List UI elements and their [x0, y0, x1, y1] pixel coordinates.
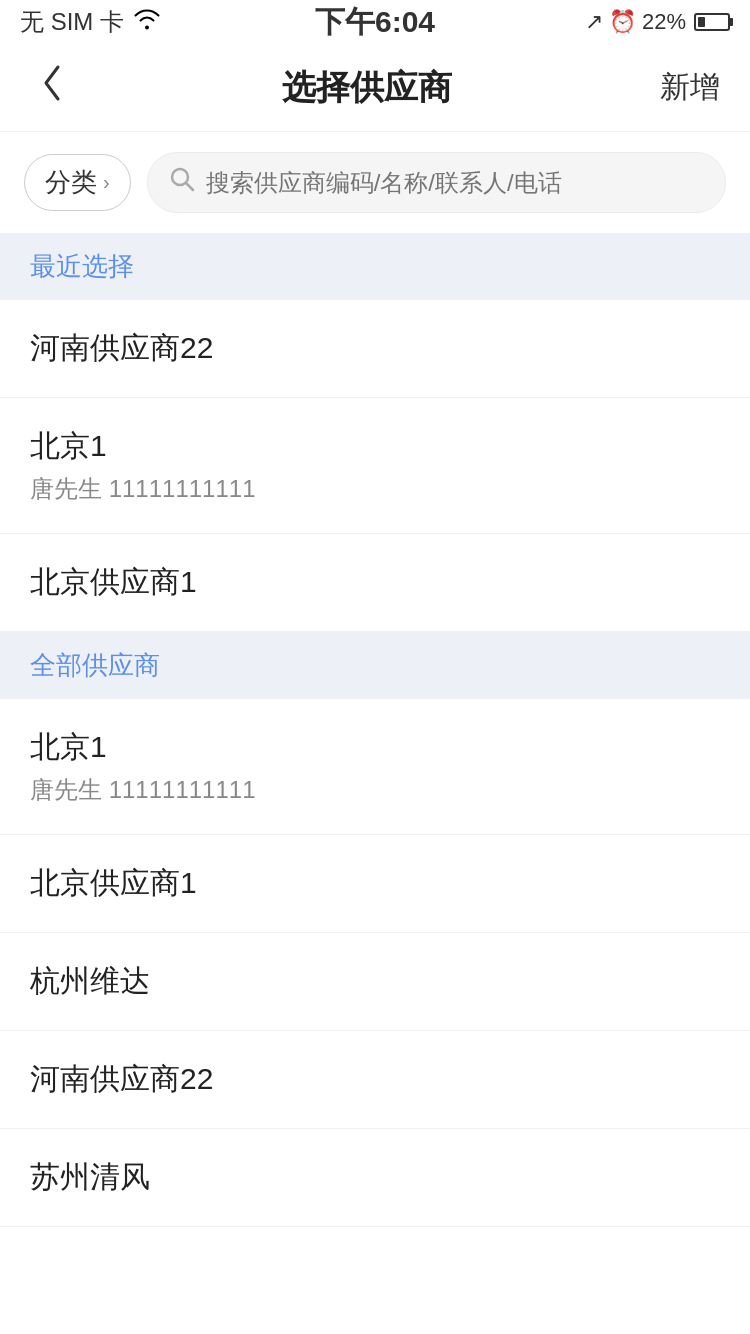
list-item[interactable]: 杭州维达 — [0, 933, 750, 1031]
list-item[interactable]: 河南供应商22 — [0, 1031, 750, 1129]
alarm-icon: ⏰ — [609, 9, 636, 35]
status-time: 下午6:04 — [315, 2, 435, 43]
battery-label: 22% — [642, 9, 686, 35]
svg-point-0 — [172, 169, 188, 185]
filter-bar: 分类 › — [0, 132, 750, 233]
list-item[interactable]: 河南供应商22 — [0, 300, 750, 398]
wifi-icon — [132, 8, 162, 36]
add-button[interactable]: 新增 — [660, 67, 720, 108]
item-name: 河南供应商22 — [30, 1059, 720, 1100]
search-bar — [147, 152, 726, 213]
back-button[interactable] — [30, 53, 74, 122]
item-name: 杭州维达 — [30, 961, 720, 1002]
item-name: 河南供应商22 — [30, 328, 720, 369]
item-sub: 唐先生 11111111111 — [30, 774, 720, 806]
item-name: 北京供应商1 — [30, 562, 720, 603]
search-icon — [168, 165, 196, 200]
list-item[interactable]: 北京1 唐先生 11111111111 — [0, 699, 750, 835]
recent-section-header: 最近选择 — [0, 233, 750, 300]
recent-list: 河南供应商22 北京1 唐先生 11111111111 北京供应商1 — [0, 300, 750, 632]
no-sim-label: 无 SIM 卡 — [20, 6, 124, 38]
chevron-right-icon: › — [103, 171, 110, 194]
list-item[interactable]: 苏州清风 — [0, 1129, 750, 1227]
status-right: ↗ ⏰ 22% — [585, 9, 730, 35]
category-button[interactable]: 分类 › — [24, 154, 131, 211]
all-section-header: 全部供应商 — [0, 632, 750, 699]
nav-bar: 选择供应商 新增 — [0, 44, 750, 132]
search-input[interactable] — [206, 169, 705, 197]
item-name: 北京1 — [30, 727, 720, 768]
svg-line-1 — [186, 184, 193, 191]
location-icon: ↗ — [585, 9, 603, 35]
item-name: 北京供应商1 — [30, 863, 720, 904]
list-item[interactable]: 北京供应商1 — [0, 835, 750, 933]
page-title: 选择供应商 — [282, 65, 452, 111]
item-sub: 唐先生 11111111111 — [30, 473, 720, 505]
battery-icon — [694, 13, 730, 31]
status-left: 无 SIM 卡 — [20, 6, 162, 38]
status-bar: 无 SIM 卡 下午6:04 ↗ ⏰ 22% — [0, 0, 750, 44]
item-name: 北京1 — [30, 426, 720, 467]
list-item[interactable]: 北京供应商1 — [0, 534, 750, 632]
item-name: 苏州清风 — [30, 1157, 720, 1198]
list-item[interactable]: 北京1 唐先生 11111111111 — [0, 398, 750, 534]
all-list: 北京1 唐先生 11111111111 北京供应商1 杭州维达河南供应商22 苏州清风 — [0, 699, 750, 1227]
recent-section-title: 最近选择 — [30, 251, 134, 281]
all-section-title: 全部供应商 — [30, 650, 160, 680]
category-label: 分类 — [45, 165, 97, 200]
